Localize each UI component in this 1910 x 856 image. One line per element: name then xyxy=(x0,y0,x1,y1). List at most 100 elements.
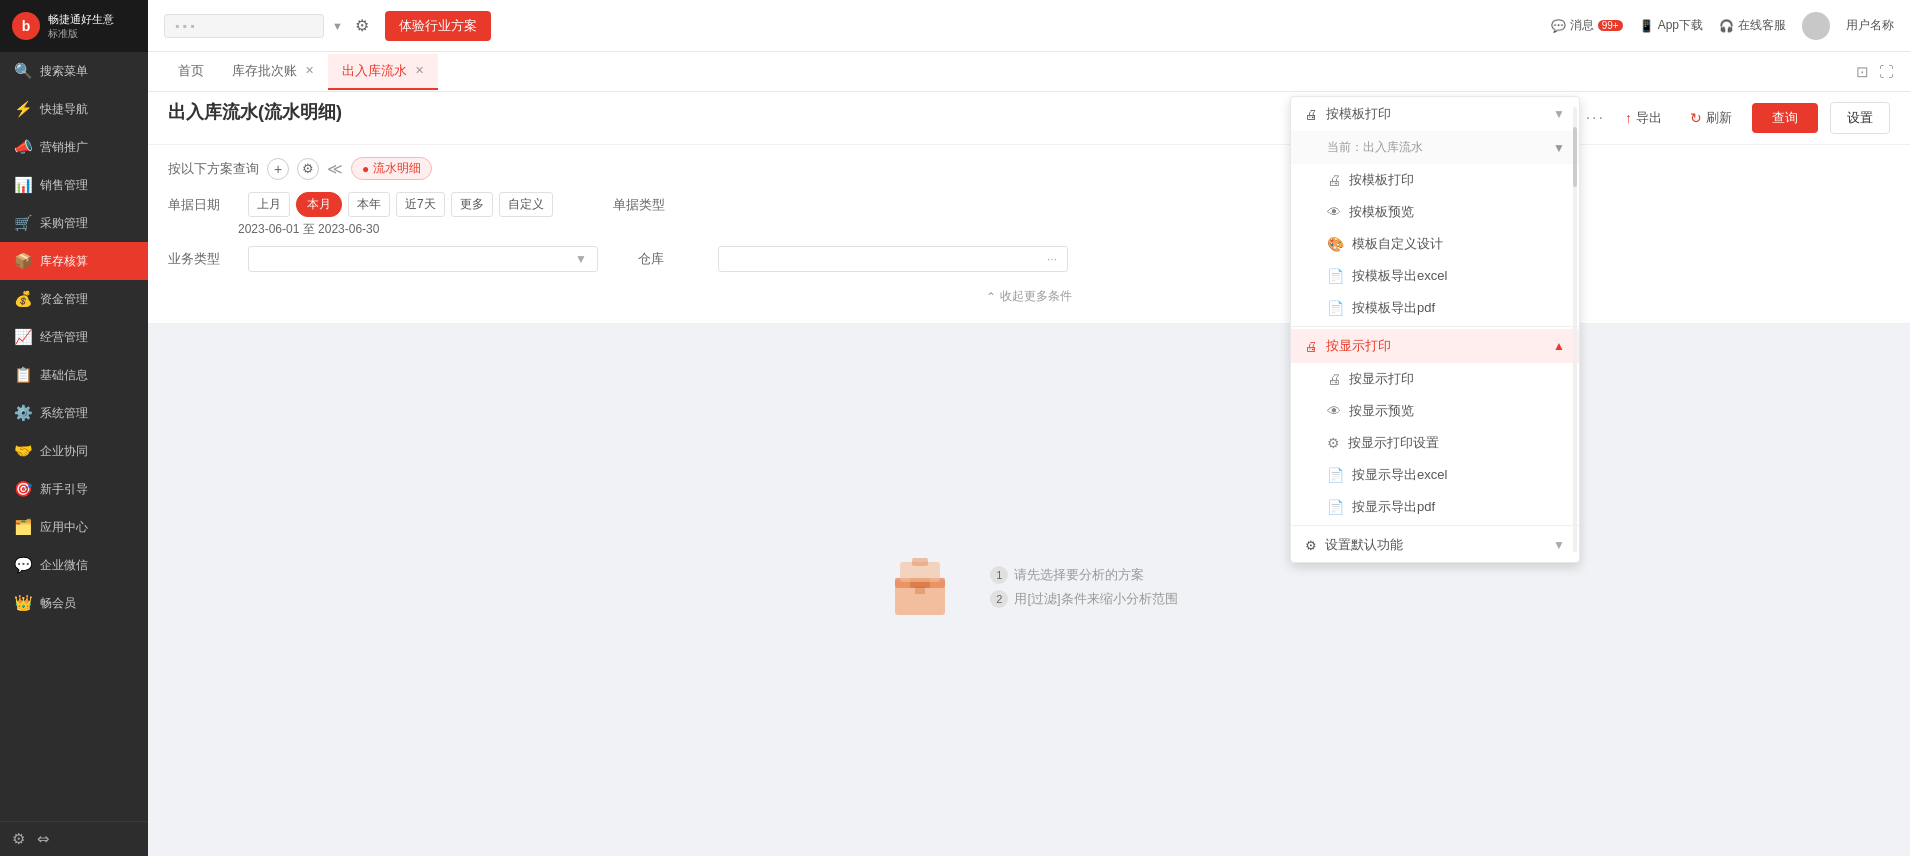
pdf-icon: 📄 xyxy=(1327,300,1344,316)
notification-badge: 99+ xyxy=(1598,20,1623,31)
biz-type-label: 业务类型 xyxy=(168,250,228,268)
dropdown-scrollbar[interactable] xyxy=(1573,107,1577,552)
message-icon: 💬 xyxy=(1551,19,1566,33)
notification-button[interactable]: 💬 消息 99+ xyxy=(1551,17,1623,34)
tab-close-batch-account[interactable]: ✕ xyxy=(305,64,314,77)
filter-tag-item[interactable]: ● 流水明细 xyxy=(351,157,432,180)
template-print-section-header[interactable]: 🖨 按模板打印 ▼ xyxy=(1291,97,1579,131)
collapse-icon[interactable]: ⇔ xyxy=(37,830,50,848)
export-excel-display-label: 按显示导出excel xyxy=(1352,466,1447,484)
sidebar-item-quick-nav[interactable]: ⚡ 快捷导航 xyxy=(0,90,148,128)
export-excel-display-item[interactable]: 📄 按显示导出excel xyxy=(1291,459,1579,491)
operations-icon: 📈 xyxy=(14,328,32,346)
sidebar-item-inventory[interactable]: 📦 库存核算 xyxy=(0,242,148,280)
date-btn-this-month[interactable]: 本月 xyxy=(296,192,342,217)
more-options-icon[interactable]: ··· xyxy=(1586,109,1605,127)
filter-collapse-icon[interactable]: ≪ xyxy=(327,160,343,178)
filter-settings-button[interactable]: ⚙ xyxy=(297,158,319,180)
sidebar-item-vip[interactable]: 👑 畅会员 xyxy=(0,584,148,622)
restore-icon[interactable]: ⊡ xyxy=(1856,63,1869,81)
date-btn-more[interactable]: 更多 xyxy=(451,192,493,217)
current-template-label: 当前：出入库流水 xyxy=(1327,139,1423,156)
sidebar-item-label: 快捷导航 xyxy=(40,101,134,118)
sidebar-item-apps[interactable]: 🗂️ 应用中心 xyxy=(0,508,148,546)
trial-button[interactable]: 体验行业方案 xyxy=(385,11,491,41)
menu-divider xyxy=(1291,326,1579,327)
print-display-item[interactable]: 🖨 按显示打印 xyxy=(1291,363,1579,395)
marketing-icon: 📣 xyxy=(14,138,32,156)
default-function-section-header[interactable]: ⚙ 设置默认功能 ▼ xyxy=(1291,528,1579,562)
toolbar-left: 出入库流水(流水明细) xyxy=(168,100,342,136)
print-section-icon: 🖨 xyxy=(1305,107,1318,122)
username-label[interactable]: 用户名称 xyxy=(1846,17,1894,34)
sidebar-logo: b 畅捷通好生意 标准版 xyxy=(0,0,148,52)
settings-display-item[interactable]: ⚙ 按显示打印设置 xyxy=(1291,427,1579,459)
sidebar-item-purchase[interactable]: 🛒 采购管理 xyxy=(0,204,148,242)
sidebar-nav: 🔍 搜索菜单 ⚡ 快捷导航 📣 营销推广 📊 销售管理 🛒 采购管理 📦 库存核… xyxy=(0,52,148,821)
export-label: 导出 xyxy=(1636,109,1662,127)
sidebar-item-label: 采购管理 xyxy=(40,215,134,232)
hint-text-1: 请先选择要分析的方案 xyxy=(1014,566,1144,584)
filter-area: 按以下方案查询 + ⚙ ≪ ● 流水明细 单据日期 上月 本月 本年 近7天 xyxy=(148,145,1910,324)
date-btn-this-year[interactable]: 本年 xyxy=(348,192,390,217)
filter-header: 按以下方案查询 + ⚙ ≪ ● 流水明细 xyxy=(168,157,1890,180)
sidebar-item-marketing[interactable]: 📣 营销推广 xyxy=(0,128,148,166)
sidebar-item-system[interactable]: ⚙️ 系统管理 xyxy=(0,394,148,432)
search-placeholder-text: ▪ ▪ ▪ xyxy=(175,19,194,33)
sidebar-item-operations[interactable]: 📈 经营管理 xyxy=(0,318,148,356)
date-filter-label: 单据日期 xyxy=(168,196,228,214)
biz-type-field[interactable]: ▼ xyxy=(248,246,598,272)
tabs-maximize: ⊡ ⛶ xyxy=(1856,63,1894,81)
filter-add-button[interactable]: + xyxy=(267,158,289,180)
tab-home[interactable]: 首页 xyxy=(164,54,218,90)
warehouse-label: 仓库 xyxy=(638,250,698,268)
collapse-more-button[interactable]: ⌃ 收起更多条件 xyxy=(168,282,1890,311)
refresh-button[interactable]: ↻ 刷新 xyxy=(1682,105,1740,131)
query-button[interactable]: 查询 xyxy=(1752,103,1818,133)
topbar-search-box[interactable]: ▪ ▪ ▪ xyxy=(164,14,324,38)
sidebar-item-basic[interactable]: 📋 基础信息 xyxy=(0,356,148,394)
tabs-bar: 首页 库存批次账 ✕ 出入库流水 ✕ ⊡ ⛶ xyxy=(148,52,1910,92)
preview-template-item[interactable]: 👁 按模板预览 xyxy=(1291,196,1579,228)
settings-icon[interactable]: ⚙ xyxy=(12,830,25,848)
display-print-section-header[interactable]: 🖨 按显示打印 ▲ xyxy=(1291,329,1579,363)
sidebar-item-sales[interactable]: 📊 销售管理 xyxy=(0,166,148,204)
hint-number-2: 2 xyxy=(990,590,1008,608)
template-print-label: 按模板打印 xyxy=(1326,105,1391,123)
template-print-header-left: 🖨 按模板打印 xyxy=(1305,105,1391,123)
current-template-arrow: ▼ xyxy=(1553,141,1565,155)
custom-template-item[interactable]: 🎨 模板自定义设计 xyxy=(1291,228,1579,260)
maximize-icon[interactable]: ⛶ xyxy=(1879,63,1894,80)
export-pdf-display-item[interactable]: 📄 按显示导出pdf xyxy=(1291,491,1579,523)
export-pdf-template-item[interactable]: 📄 按模板导出pdf xyxy=(1291,292,1579,324)
avatar[interactable] xyxy=(1802,12,1830,40)
warehouse-field[interactable]: ··· xyxy=(718,246,1068,272)
topbar-gear-icon[interactable]: ⚙ xyxy=(355,16,369,35)
preview-template-item-label: 按模板预览 xyxy=(1349,203,1414,221)
sidebar-item-enterprise[interactable]: 🤝 企业协同 xyxy=(0,432,148,470)
topbar-dropdown-icon[interactable]: ▼ xyxy=(332,20,343,32)
export-button[interactable]: ↑ 导出 xyxy=(1617,105,1670,131)
tab-in-out-flow[interactable]: 出入库流水 ✕ xyxy=(328,54,438,90)
tab-label: 首页 xyxy=(178,62,204,80)
online-service-button[interactable]: 🎧 在线客服 xyxy=(1719,17,1786,34)
export-excel-template-item[interactable]: 📄 按模板导出excel xyxy=(1291,260,1579,292)
date-btn-last-month[interactable]: 上月 xyxy=(248,192,290,217)
settings-button[interactable]: 设置 xyxy=(1830,102,1890,134)
date-btn-custom[interactable]: 自定义 xyxy=(499,192,553,217)
sidebar-item-funds[interactable]: 💰 资金管理 xyxy=(0,280,148,318)
sidebar-item-wechat[interactable]: 💬 企业微信 xyxy=(0,546,148,584)
app-download-button[interactable]: 📱 App下载 xyxy=(1639,17,1703,34)
print-template-item[interactable]: 🖨 按模板打印 xyxy=(1291,164,1579,196)
preview-display-item[interactable]: 👁 按显示预览 xyxy=(1291,395,1579,427)
default-toggle-icon: ▼ xyxy=(1553,538,1565,552)
sidebar-item-search[interactable]: 🔍 搜索菜单 xyxy=(0,52,148,90)
tab-batch-account[interactable]: 库存批次账 ✕ xyxy=(218,54,328,90)
hint-text-2: 用[过滤]条件来缩小分析范围 xyxy=(1014,590,1177,608)
settings-display-item-label: 按显示打印设置 xyxy=(1348,434,1439,452)
sidebar-item-label: 企业微信 xyxy=(40,557,134,574)
date-btn-7days[interactable]: 近7天 xyxy=(396,192,445,217)
date-range-display: 2023-06-01 至 2023-06-30 xyxy=(238,221,1890,238)
sidebar-item-guide[interactable]: 🎯 新手引导 xyxy=(0,470,148,508)
tab-close-in-out-flow[interactable]: ✕ xyxy=(415,64,424,77)
